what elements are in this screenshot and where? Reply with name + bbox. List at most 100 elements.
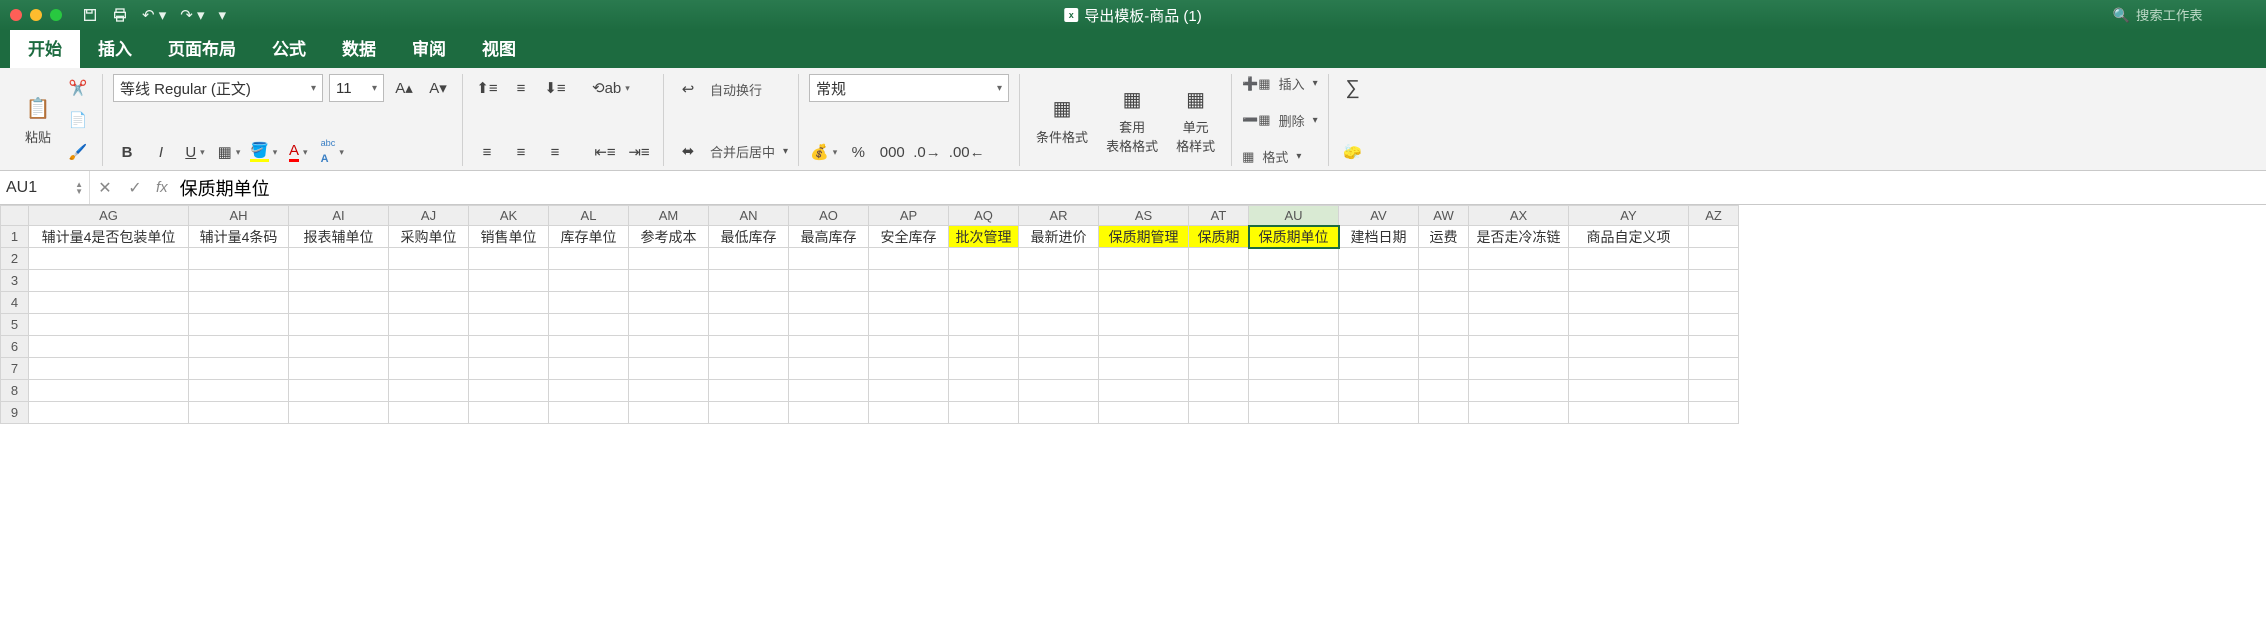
cell-AR9[interactable] (1019, 402, 1099, 424)
zoom-window[interactable] (50, 9, 62, 21)
tab-数据[interactable]: 数据 (324, 28, 394, 68)
cell-AO8[interactable] (789, 380, 869, 402)
cell-AQ6[interactable] (949, 336, 1019, 358)
column-header-AO[interactable]: AO (789, 206, 869, 226)
decrease-font-button[interactable]: A▾ (424, 74, 452, 102)
cell-AZ1[interactable] (1689, 226, 1739, 248)
cell-AK9[interactable] (469, 402, 549, 424)
cell-AO5[interactable] (789, 314, 869, 336)
cell-AN8[interactable] (709, 380, 789, 402)
currency-button[interactable]: 💰 (809, 138, 838, 166)
column-header-AM[interactable]: AM (629, 206, 709, 226)
cell-AM7[interactable] (629, 358, 709, 380)
align-bottom-button[interactable]: ⬇≡ (541, 74, 569, 102)
italic-button[interactable]: I (147, 138, 175, 166)
cell-AK1[interactable]: 销售单位 (469, 226, 549, 248)
cell-AH9[interactable] (189, 402, 289, 424)
tab-视图[interactable]: 视图 (464, 28, 534, 68)
cell-AI5[interactable] (289, 314, 389, 336)
cell-AM4[interactable] (629, 292, 709, 314)
cell-AY7[interactable] (1569, 358, 1689, 380)
cell-AX6[interactable] (1469, 336, 1569, 358)
bold-button[interactable]: B (113, 138, 141, 166)
cell-AO3[interactable] (789, 270, 869, 292)
cell-AU8[interactable] (1249, 380, 1339, 402)
cut-button[interactable]: ✂️ (64, 74, 92, 102)
cell-AJ3[interactable] (389, 270, 469, 292)
cell-AU4[interactable] (1249, 292, 1339, 314)
cell-AN7[interactable] (709, 358, 789, 380)
cell-AN3[interactable] (709, 270, 789, 292)
cell-AV9[interactable] (1339, 402, 1419, 424)
column-header-AQ[interactable]: AQ (949, 206, 1019, 226)
column-header-AU[interactable]: AU (1249, 206, 1339, 226)
cell-AJ9[interactable] (389, 402, 469, 424)
redo-button[interactable]: ↷ ▾ (180, 6, 204, 24)
decrease-decimal-button[interactable]: .00← (948, 138, 986, 166)
cell-AP4[interactable] (869, 292, 949, 314)
column-header-AZ[interactable]: AZ (1689, 206, 1739, 226)
row-header-7[interactable]: 7 (1, 358, 29, 380)
cell-AR6[interactable] (1019, 336, 1099, 358)
cell-AT4[interactable] (1189, 292, 1249, 314)
cell-AV6[interactable] (1339, 336, 1419, 358)
cell-AG6[interactable] (29, 336, 189, 358)
cell-AW7[interactable] (1419, 358, 1469, 380)
row-header-9[interactable]: 9 (1, 402, 29, 424)
cell-AH5[interactable] (189, 314, 289, 336)
cell-AS1[interactable]: 保质期管理 (1099, 226, 1189, 248)
cell-AL2[interactable] (549, 248, 629, 270)
cell-AG9[interactable] (29, 402, 189, 424)
percent-button[interactable]: % (844, 138, 872, 166)
column-header-AN[interactable]: AN (709, 206, 789, 226)
cell-AR5[interactable] (1019, 314, 1099, 336)
row-header-1[interactable]: 1 (1, 226, 29, 248)
cell-AZ3[interactable] (1689, 270, 1739, 292)
cell-AU2[interactable] (1249, 248, 1339, 270)
merge-cells-icon[interactable]: ⬌ (674, 137, 702, 165)
save-icon[interactable] (82, 7, 98, 23)
cell-AG7[interactable] (29, 358, 189, 380)
row-header-4[interactable]: 4 (1, 292, 29, 314)
cell-AI6[interactable] (289, 336, 389, 358)
cell-AS7[interactable] (1099, 358, 1189, 380)
cell-AP3[interactable] (869, 270, 949, 292)
cell-AV1[interactable]: 建档日期 (1339, 226, 1419, 248)
cell-AL1[interactable]: 库存单位 (549, 226, 629, 248)
column-header-AI[interactable]: AI (289, 206, 389, 226)
cell-AU5[interactable] (1249, 314, 1339, 336)
cell-AQ9[interactable] (949, 402, 1019, 424)
font-color-button[interactable]: A (284, 138, 312, 166)
minimize-window[interactable] (30, 9, 42, 21)
name-box[interactable]: AU1 ▲▼ (0, 171, 90, 204)
cell-AH7[interactable] (189, 358, 289, 380)
cell-AP2[interactable] (869, 248, 949, 270)
cell-AY3[interactable] (1569, 270, 1689, 292)
cell-AZ7[interactable] (1689, 358, 1739, 380)
cell-AN5[interactable] (709, 314, 789, 336)
font-name-combo[interactable]: 等线 Regular (正文)▾ (113, 74, 323, 102)
fx-icon[interactable]: fx (150, 179, 174, 196)
cell-AJ4[interactable] (389, 292, 469, 314)
column-header-AP[interactable]: AP (869, 206, 949, 226)
cell-AN9[interactable] (709, 402, 789, 424)
column-header-AK[interactable]: AK (469, 206, 549, 226)
cell-AQ8[interactable] (949, 380, 1019, 402)
cell-AV7[interactable] (1339, 358, 1419, 380)
cell-AN4[interactable] (709, 292, 789, 314)
cell-AS9[interactable] (1099, 402, 1189, 424)
comma-button[interactable]: 000 (878, 138, 906, 166)
cell-AS6[interactable] (1099, 336, 1189, 358)
column-header-AW[interactable]: AW (1419, 206, 1469, 226)
cell-AR2[interactable] (1019, 248, 1099, 270)
cell-AY2[interactable] (1569, 248, 1689, 270)
cell-AO7[interactable] (789, 358, 869, 380)
cell-AL9[interactable] (549, 402, 629, 424)
cell-AR3[interactable] (1019, 270, 1099, 292)
cell-AW9[interactable] (1419, 402, 1469, 424)
tab-开始[interactable]: 开始 (10, 28, 80, 68)
cell-AG8[interactable] (29, 380, 189, 402)
cell-AP8[interactable] (869, 380, 949, 402)
column-header-AJ[interactable]: AJ (389, 206, 469, 226)
select-all-corner[interactable] (1, 206, 29, 226)
